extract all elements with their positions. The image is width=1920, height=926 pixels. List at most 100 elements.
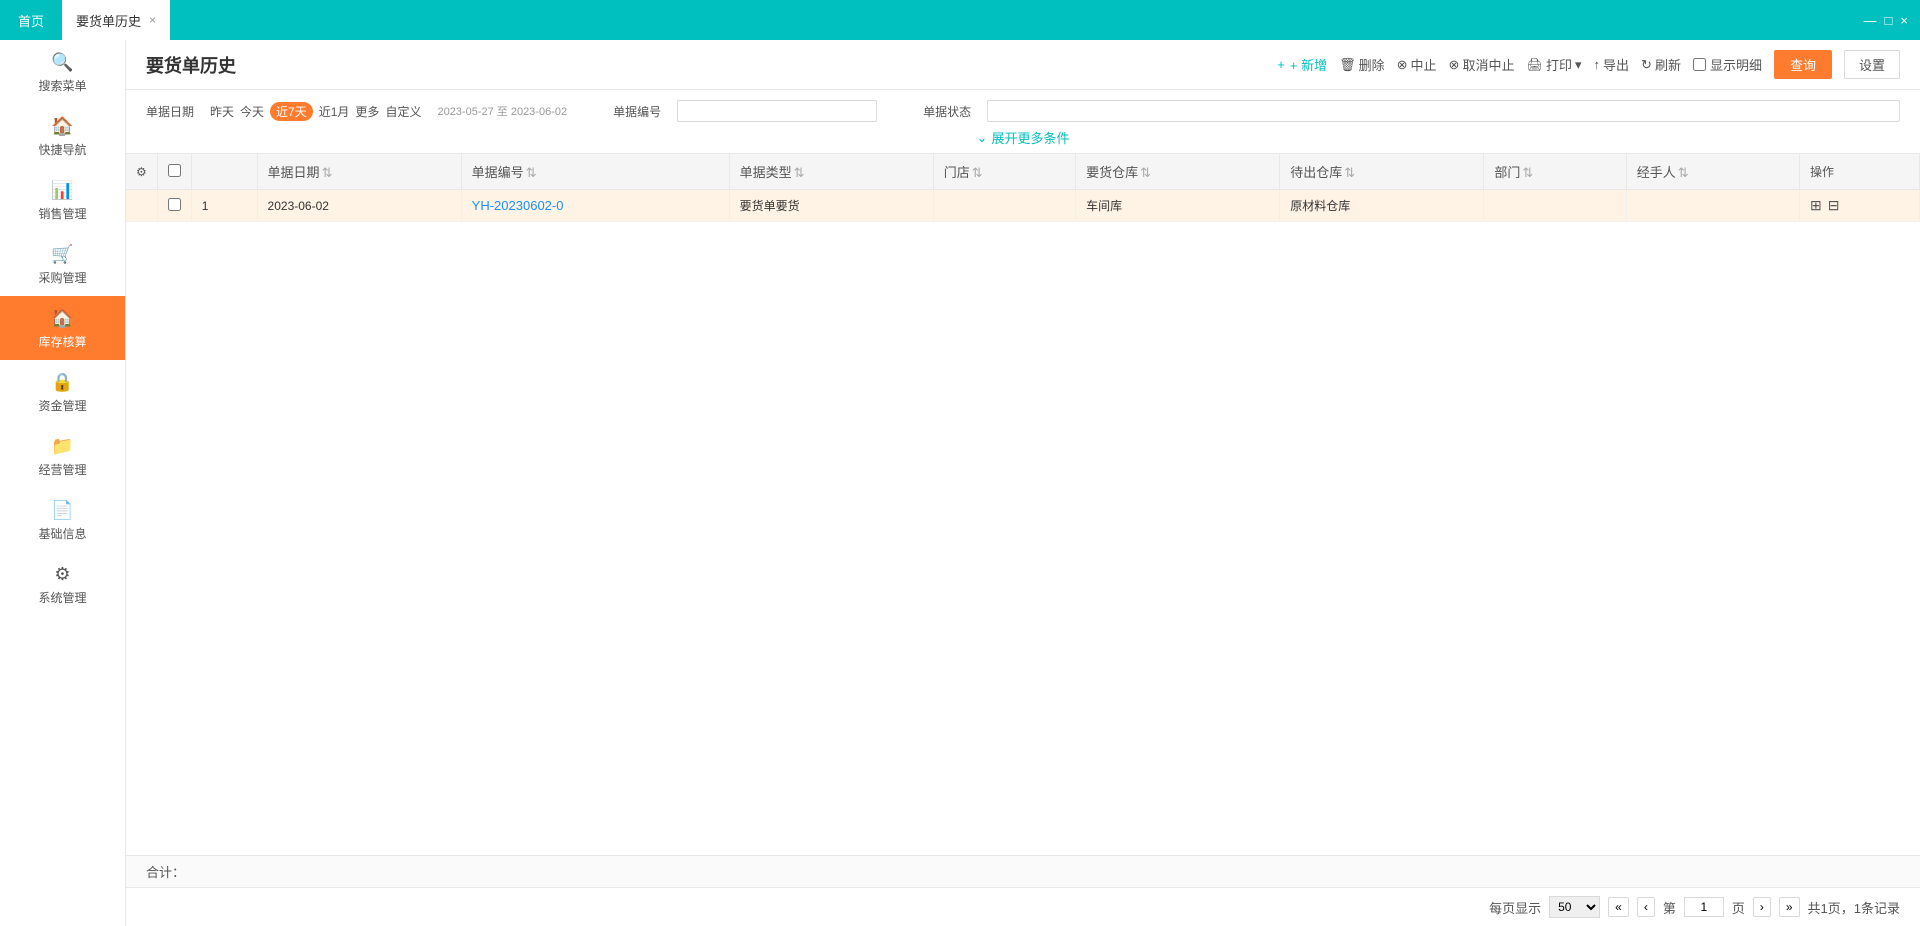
td-settings	[126, 190, 157, 222]
th-docdate[interactable]: 单据日期⇅	[257, 154, 461, 190]
shortcut-yesterday[interactable]: 昨天	[210, 103, 234, 120]
td-dept	[1484, 190, 1626, 222]
shortcut-today[interactable]: 今天	[240, 103, 264, 120]
th-doctype[interactable]: 单据类型⇅	[729, 154, 933, 190]
active-tab-label: 要货单历史	[76, 11, 141, 30]
th-dept[interactable]: 部门⇅	[1484, 154, 1626, 190]
active-tab[interactable]: 要货单历史 ×	[62, 0, 170, 40]
filter-row-1: 单据日期 昨天 今天 近7天 近1月 更多 自定义 2023-05-27 至 2…	[146, 100, 1900, 122]
display-detail-checkbox[interactable]	[1693, 58, 1706, 71]
sort-doctype-icon: ⇅	[794, 165, 805, 180]
shortcut-more[interactable]: 更多	[355, 103, 379, 120]
first-page-button[interactable]: «	[1608, 897, 1629, 917]
expand-icon: ⌄	[977, 130, 988, 146]
sales-icon: 📊	[51, 180, 73, 201]
td-docno[interactable]: YH-20230602-0	[461, 190, 729, 222]
th-reqwarehouse[interactable]: 要货仓库⇅	[1076, 154, 1280, 190]
expand-more: ⌄ 展开更多条件	[146, 128, 1900, 147]
td-index: 1	[191, 190, 257, 222]
sidebar-label-sales: 销售管理	[38, 205, 86, 222]
sidebar-item-quicknav[interactable]: 🏠 快捷导航	[0, 104, 125, 168]
sidebar-item-sales[interactable]: 📊 销售管理	[0, 168, 125, 232]
home-tab[interactable]: 首页	[0, 0, 62, 40]
add-button[interactable]: + + 新增	[1277, 55, 1327, 74]
content-area: 要货单历史 + + 新增 🗑 删除 ⊗ 中止 ⊗ 取消中止	[126, 40, 1920, 926]
maximize-icon[interactable]: □	[1885, 13, 1893, 28]
settings-button[interactable]: 设置	[1844, 50, 1900, 79]
date-shortcuts: 昨天 今天 近7天 近1月 更多 自定义	[210, 102, 421, 121]
sidebar-item-system[interactable]: ⚙ 系统管理	[0, 552, 125, 616]
sidebar-item-search[interactable]: 🔍 搜索菜单	[0, 40, 125, 104]
sort-handler-icon: ⇅	[1678, 165, 1689, 180]
sidebar-item-operations[interactable]: 📁 经营管理	[0, 424, 125, 488]
date-label: 单据日期	[146, 103, 194, 120]
th-store[interactable]: 门店⇅	[933, 154, 1075, 190]
status-select[interactable]	[987, 100, 1900, 122]
sort-dept-icon: ⇅	[1522, 165, 1533, 180]
sidebar-item-basicinfo[interactable]: 📄 基础信息	[0, 488, 125, 552]
sort-req-icon: ⇅	[1140, 165, 1151, 180]
row-checkbox[interactable]	[168, 198, 181, 211]
sidebar-item-finance[interactable]: 🔒 资金管理	[0, 360, 125, 424]
next-page-button[interactable]: ›	[1753, 897, 1771, 917]
op-more-icon[interactable]: ⊟	[1828, 197, 1840, 214]
th-pendingwarehouse[interactable]: 待出仓库⇅	[1280, 154, 1484, 190]
sidebar-item-purchase[interactable]: 🛒 采购管理	[0, 232, 125, 296]
th-checkbox[interactable]	[157, 154, 191, 190]
th-operation: 操作	[1800, 154, 1920, 190]
th-index	[191, 154, 257, 190]
delete-button[interactable]: 🗑 删除	[1339, 55, 1385, 74]
shortcut-7days[interactable]: 近7天	[270, 102, 313, 121]
sidebar: 🔍 搜索菜单 🏠 快捷导航 📊 销售管理 🛒 采购管理 🏠 库存核算 🔒 资金管…	[0, 40, 126, 926]
export-button[interactable]: ↑ 导出	[1594, 55, 1630, 74]
cancel-stop-button[interactable]: ⊗ 取消中止	[1449, 55, 1515, 74]
operations-icon: 📁	[51, 436, 73, 457]
prev-page-button[interactable]: ‹	[1637, 897, 1655, 917]
th-docno[interactable]: 单据编号⇅	[461, 154, 729, 190]
close-tab-icon[interactable]: ×	[149, 13, 156, 27]
minimize-icon[interactable]: —	[1864, 13, 1877, 28]
expand-button[interactable]: ⌄ 展开更多条件	[977, 128, 1070, 147]
sidebar-label-purchase: 采购管理	[38, 269, 86, 286]
status-select-wrapper	[987, 100, 1900, 122]
cancel-stop-label: 取消中止	[1462, 55, 1514, 74]
op-view-icon[interactable]: ⊞	[1810, 197, 1822, 214]
query-button[interactable]: 查询	[1774, 50, 1832, 79]
td-checkbox[interactable]	[157, 190, 191, 222]
expand-label: 展开更多条件	[991, 128, 1069, 147]
sidebar-label-finance: 资金管理	[38, 397, 86, 414]
per-page-select[interactable]: 50 20 100 200	[1549, 896, 1600, 918]
sort-docno-icon: ⇅	[526, 165, 537, 180]
shortcut-custom[interactable]: 自定义	[385, 103, 421, 120]
docno-input[interactable]	[677, 100, 877, 122]
page-number-input[interactable]	[1684, 897, 1724, 917]
purchase-icon: 🛒	[51, 244, 73, 265]
th-settings[interactable]: ⚙	[126, 154, 157, 190]
sidebar-label-inventory: 库存核算	[38, 333, 86, 350]
add-icon: +	[1277, 57, 1285, 72]
total-info: 共1页，1条记录	[1808, 898, 1900, 917]
add-label: + 新增	[1290, 55, 1327, 74]
basicinfo-icon: 📄	[51, 500, 73, 521]
display-detail-checkbox-wrapper[interactable]: 显示明细	[1693, 55, 1762, 74]
stop-button[interactable]: ⊗ 中止	[1397, 55, 1437, 74]
refresh-icon: ↻	[1641, 57, 1652, 73]
last-page-button[interactable]: »	[1779, 897, 1800, 917]
export-icon: ↑	[1594, 57, 1601, 72]
pagination-bar: 每页显示 50 20 100 200 « ‹ 第 页 › » 共1页，1条记录	[126, 887, 1920, 926]
system-icon: ⚙	[54, 564, 70, 585]
search-menu-icon: 🔍	[51, 52, 73, 73]
print-button[interactable]: 🖨 打印 ▾	[1526, 55, 1581, 74]
table-footer: 合计：	[126, 855, 1920, 887]
page-header: 要货单历史 + + 新增 🗑 删除 ⊗ 中止 ⊗ 取消中止	[126, 40, 1920, 90]
sidebar-label-search: 搜索菜单	[38, 77, 86, 94]
sidebar-label-operations: 经营管理	[38, 461, 86, 478]
select-all-checkbox[interactable]	[168, 164, 181, 177]
td-pendingwarehouse: 原材料仓库	[1280, 190, 1484, 222]
sidebar-item-inventory[interactable]: 🏠 库存核算	[0, 296, 125, 360]
shortcut-1month[interactable]: 近1月	[319, 103, 350, 120]
window-close-icon[interactable]: ×	[1900, 13, 1908, 28]
th-handler[interactable]: 经手人⇅	[1626, 154, 1799, 190]
td-reqwarehouse: 车间库	[1076, 190, 1280, 222]
refresh-button[interactable]: ↻ 刷新	[1641, 55, 1681, 74]
